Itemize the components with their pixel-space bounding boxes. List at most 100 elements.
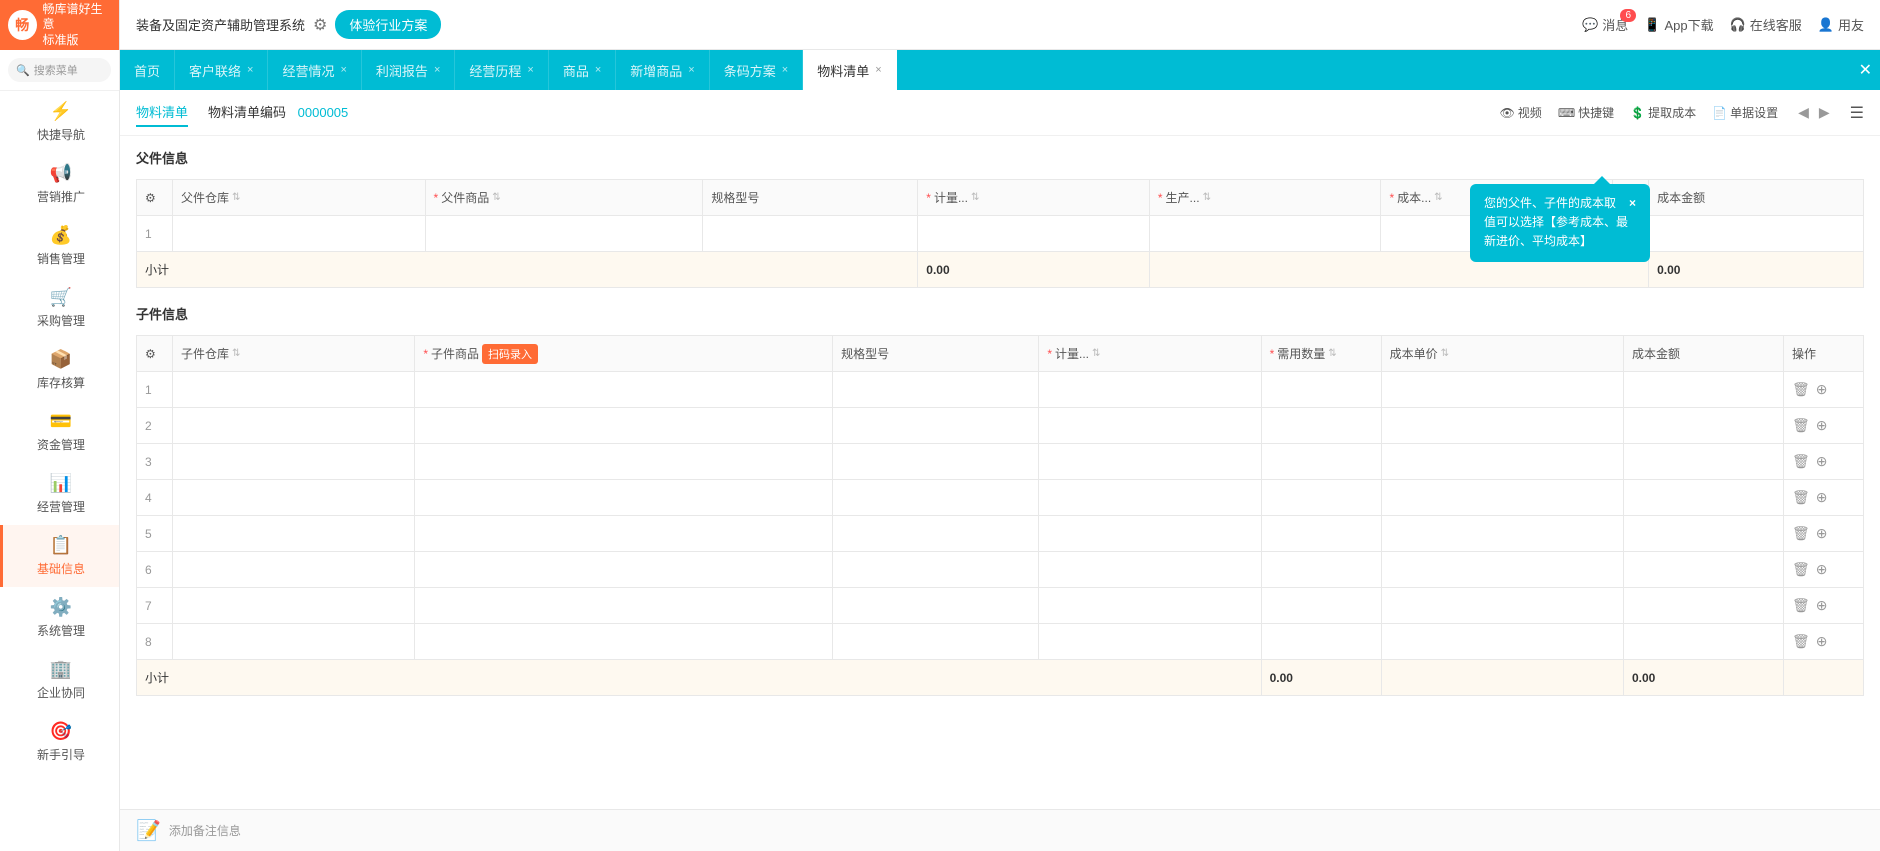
tab-operations-status[interactable]: 经营情况 × (268, 50, 361, 90)
sub-tab-bom-list[interactable]: 物料清单 (136, 98, 188, 127)
sidebar-item-inventory[interactable]: 📦 库存核算 (0, 339, 119, 401)
tab-bom-close[interactable]: × (875, 64, 881, 76)
parent-cell-unit[interactable] (918, 216, 1150, 252)
child-cell-product-8[interactable] (415, 624, 833, 660)
tab-new-product-close[interactable]: × (688, 64, 694, 76)
sort-icon[interactable]: ⇅ (1434, 192, 1442, 203)
tab-customer[interactable]: 客户联络 × (175, 50, 268, 90)
child-cell-spec-2[interactable] (833, 408, 1039, 444)
child-cell-warehouse-1[interactable] (173, 372, 415, 408)
layout-icon[interactable]: ☰ (1850, 103, 1864, 123)
user-avatar-button[interactable]: 👤 用友 (1818, 15, 1864, 34)
copy-row-button[interactable]: ⊕ (1816, 417, 1828, 434)
tabbar-close-all[interactable]: ✕ (1859, 60, 1872, 80)
copy-row-button[interactable]: ⊕ (1816, 561, 1828, 578)
sidebar-item-basic[interactable]: 📋 基础信息 (0, 525, 119, 587)
scan-badge[interactable]: 扫码录入 (482, 344, 538, 364)
delete-row-button[interactable]: 🗑 (1792, 561, 1810, 578)
tab-barcode-close[interactable]: × (782, 64, 788, 76)
delete-row-button[interactable]: 🗑 (1792, 633, 1810, 650)
sidebar-item-enterprise[interactable]: 🏢 企业协同 (0, 649, 119, 711)
delete-row-button[interactable]: 🗑 (1792, 489, 1810, 506)
delete-row-button[interactable]: 🗑 (1792, 525, 1810, 542)
tab-barcode[interactable]: 条码方案 × (710, 50, 803, 90)
child-cell-spec-3[interactable] (833, 444, 1039, 480)
child-cell-warehouse-6[interactable] (173, 552, 415, 588)
copy-row-button[interactable]: ⊕ (1816, 633, 1828, 650)
add-row-text[interactable]: 添加备注信息 (169, 822, 241, 839)
child-cell-warehouse-4[interactable] (173, 480, 415, 516)
tab-history-close[interactable]: × (527, 64, 533, 76)
child-cell-product-3[interactable] (415, 444, 833, 480)
sort-icon[interactable]: ⇅ (971, 192, 979, 203)
child-cell-product-7[interactable] (415, 588, 833, 624)
child-cell-qty-1[interactable] (1261, 372, 1381, 408)
online-service-button[interactable]: 🎧 在线客服 (1730, 15, 1802, 34)
sidebar-item-system[interactable]: ⚙️ 系统管理 (0, 587, 119, 649)
tab-home[interactable]: 首页 (120, 50, 175, 90)
child-cell-qty-4[interactable] (1261, 480, 1381, 516)
sidebar-search[interactable]: 🔍 搜索菜单 (0, 50, 119, 91)
child-cell-qty-6[interactable] (1261, 552, 1381, 588)
delete-row-button[interactable]: 🗑 (1792, 417, 1810, 434)
child-col-settings[interactable]: ⚙ (137, 336, 173, 372)
child-cell-product-6[interactable] (415, 552, 833, 588)
copy-row-button[interactable]: ⊕ (1816, 381, 1828, 398)
child-cell-qty-3[interactable] (1261, 444, 1381, 480)
child-cell-product-1[interactable] (415, 372, 833, 408)
view-action[interactable]: 👁 视频 (1500, 104, 1542, 121)
child-cell-product-2[interactable] (415, 408, 833, 444)
child-cell-product-5[interactable] (415, 516, 833, 552)
delete-row-button[interactable]: 🗑 (1792, 597, 1810, 614)
child-cell-warehouse-2[interactable] (173, 408, 415, 444)
child-cell-unit-6[interactable] (1039, 552, 1261, 588)
child-cell-qty-7[interactable] (1261, 588, 1381, 624)
child-cell-spec-4[interactable] (833, 480, 1039, 516)
child-cell-qty-8[interactable] (1261, 624, 1381, 660)
child-cell-unit-4[interactable] (1039, 480, 1261, 516)
child-qty-sort[interactable]: ⇅ (1328, 348, 1336, 359)
cost-action[interactable]: 💲 提取成本 (1630, 104, 1696, 121)
child-cell-unit-3[interactable] (1039, 444, 1261, 480)
tab-profit-report[interactable]: 利润报告 × (362, 50, 455, 90)
child-cell-warehouse-3[interactable] (173, 444, 415, 480)
child-unit-sort[interactable]: ⇅ (1092, 348, 1100, 359)
shortcut-action[interactable]: ⌨ 快捷键 (1558, 104, 1614, 121)
parent-cell-warehouse[interactable] (173, 216, 426, 252)
child-cell-spec-5[interactable] (833, 516, 1039, 552)
child-cell-warehouse-7[interactable] (173, 588, 415, 624)
sidebar-item-sales[interactable]: 💰 销售管理 (0, 215, 119, 277)
child-cell-unit-1[interactable] (1039, 372, 1261, 408)
copy-row-button[interactable]: ⊕ (1816, 453, 1828, 470)
parent-cell-production[interactable] (1149, 216, 1381, 252)
copy-row-button[interactable]: ⊕ (1816, 597, 1828, 614)
next-page-arrow[interactable]: ▶ (1815, 102, 1834, 123)
notifications-button[interactable]: 💬 消息 6 (1582, 15, 1628, 34)
parent-cell-spec[interactable] (703, 216, 918, 252)
child-cell-spec-7[interactable] (833, 588, 1039, 624)
sidebar-item-marketing[interactable]: 📢 营销推广 (0, 153, 119, 215)
copy-row-button[interactable]: ⊕ (1816, 525, 1828, 542)
child-cell-unit-5[interactable] (1039, 516, 1261, 552)
try-button[interactable]: 体验行业方案 (335, 10, 441, 39)
tab-history[interactable]: 经营历程 × (455, 50, 548, 90)
settings-action[interactable]: 📄 单据设置 (1712, 104, 1778, 121)
tab-products[interactable]: 商品 × (549, 50, 616, 90)
tooltip-close-button[interactable]: × (1629, 194, 1636, 213)
add-row-icon[interactable]: 📝 (136, 818, 161, 843)
sidebar-item-purchase[interactable]: 🛒 采购管理 (0, 277, 119, 339)
child-cell-qty-5[interactable] (1261, 516, 1381, 552)
tab-new-product[interactable]: 新增商品 × (616, 50, 709, 90)
child-cell-spec-1[interactable] (833, 372, 1039, 408)
delete-row-button[interactable]: 🗑 (1792, 453, 1810, 470)
child-sort-icon[interactable]: ⇅ (232, 348, 240, 359)
parent-col-settings[interactable]: ⚙ (137, 180, 173, 216)
child-cell-product-4[interactable] (415, 480, 833, 516)
sort-icon[interactable]: ⇅ (1203, 192, 1211, 203)
tab-ops-close[interactable]: × (340, 64, 346, 76)
tab-bom[interactable]: 物料清单 × (803, 50, 896, 90)
tab-profit-close[interactable]: × (434, 64, 440, 76)
tab-products-close[interactable]: × (595, 64, 601, 76)
child-cell-qty-2[interactable] (1261, 408, 1381, 444)
child-cell-spec-8[interactable] (833, 624, 1039, 660)
